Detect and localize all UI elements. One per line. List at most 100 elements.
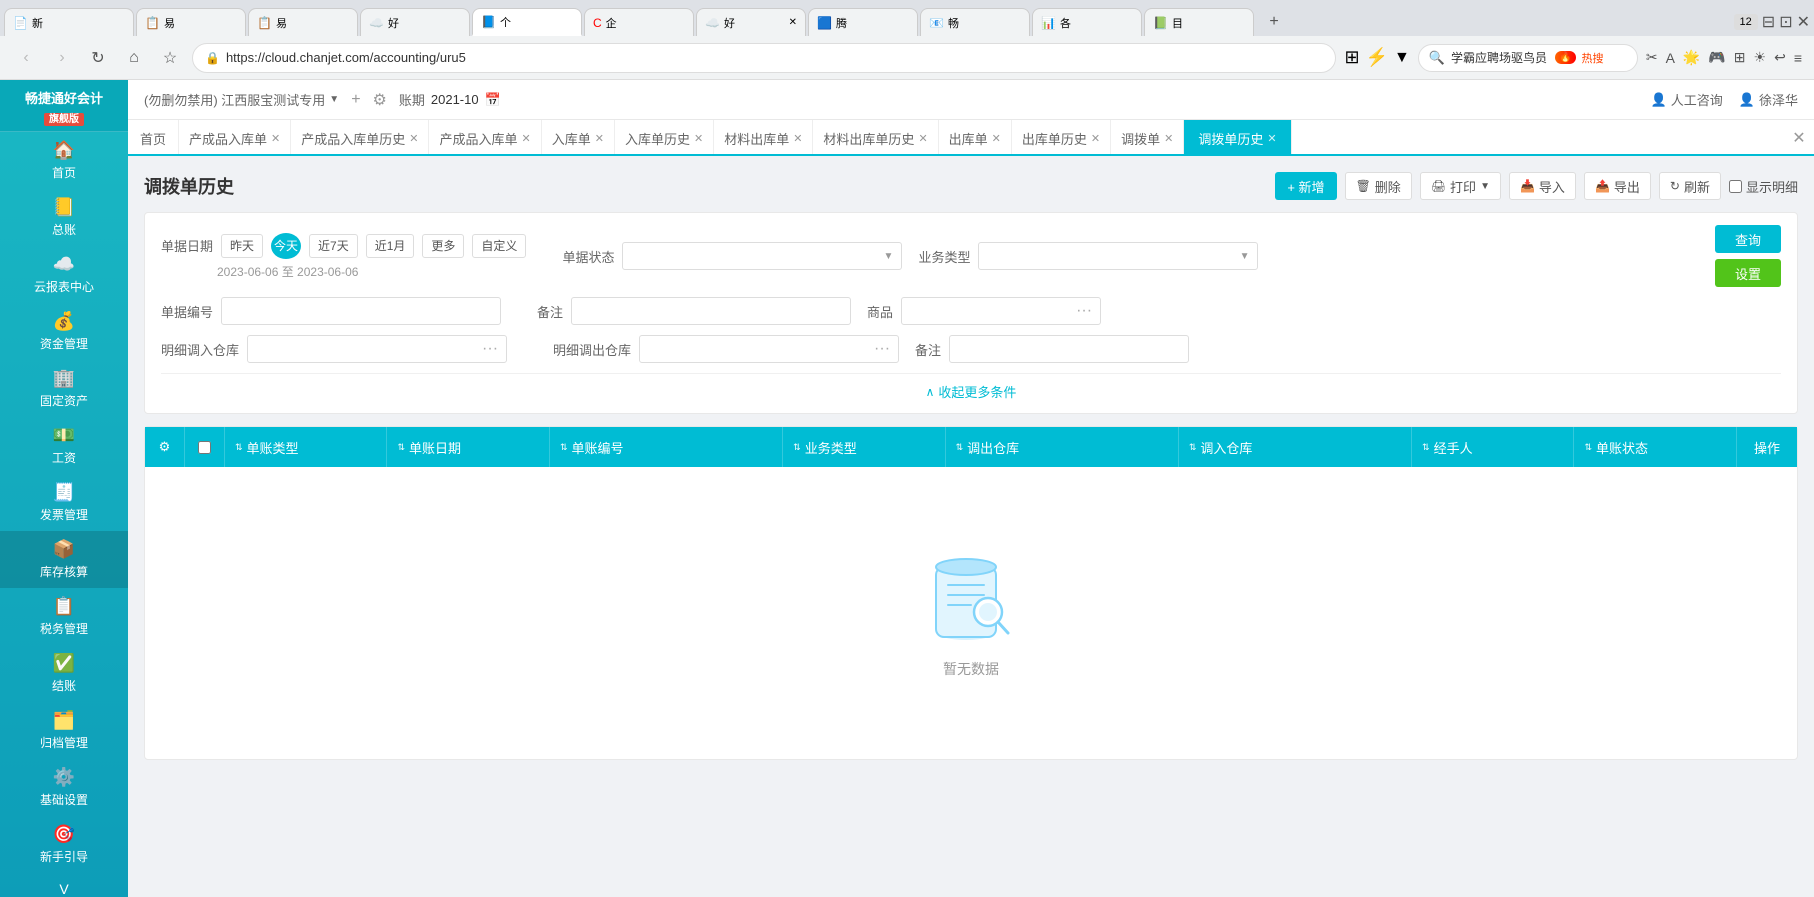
tab-product-inbound-history[interactable]: 产成品入库单历史 ✕ — [291, 120, 429, 156]
sidebar-item-closing[interactable]: ✅ 结账 — [0, 645, 128, 702]
tab-outbound[interactable]: 出库单 ✕ — [939, 120, 1012, 156]
sidebar-item-assets[interactable]: 🏢 固定资产 — [0, 360, 128, 417]
bookmark-button[interactable]: ☆ — [156, 44, 184, 72]
sidebar-item-reports[interactable]: ☁️ 云报表中心 — [0, 246, 128, 303]
date-7days-btn[interactable]: 近7天 — [309, 234, 358, 258]
tab-outbound-history[interactable]: 出库单历史 ✕ — [1012, 120, 1111, 156]
browser-tab[interactable]: 📋易 — [248, 8, 358, 36]
date-yesterday-btn[interactable]: 昨天 — [221, 234, 263, 258]
close-icon[interactable]: ✕ — [1091, 132, 1100, 145]
tab-material-outbound-history[interactable]: 材料出库单历史 ✕ — [813, 120, 938, 156]
new-tab-button[interactable]: + — [1260, 8, 1288, 36]
sidebar-item-ledger[interactable]: 📒 总账 — [0, 189, 128, 246]
date-today-btn[interactable]: 今天 — [271, 233, 301, 259]
refresh-page-button[interactable]: ↻ 刷新 — [1659, 172, 1721, 200]
close-icon[interactable]: ✕ — [1267, 132, 1276, 145]
remark2-input[interactable] — [949, 335, 1189, 363]
person-col-header[interactable]: ⇅ 经手人 — [1412, 427, 1574, 467]
tab-inbound[interactable]: 入库单 ✕ — [542, 120, 615, 156]
close-icon[interactable]: ✕ — [409, 132, 418, 145]
goods-input[interactable]: ··· — [901, 297, 1101, 325]
status-select[interactable]: ▼ — [622, 242, 902, 270]
tab-transfer[interactable]: 调拨单 ✕ — [1111, 120, 1184, 156]
search-bar[interactable]: 🔍 学霸应聘场驱鸟员 🔥 热搜 — [1418, 44, 1638, 72]
company-selector[interactable]: (勿删勿禁用) 江西服宝测试专用 ▼ — [144, 90, 339, 109]
status-col-header[interactable]: ⇅ 单账状态 — [1574, 427, 1736, 467]
add-company-button[interactable]: + — [351, 91, 360, 109]
forward-button[interactable]: › — [48, 44, 76, 72]
tab-product-inbound2[interactable]: 产成品入库单 ✕ — [429, 120, 541, 156]
browser-tab[interactable]: 📘个 — [472, 8, 582, 36]
print-button[interactable]: 🖨 打印 ▼ — [1420, 172, 1501, 200]
sidebar-item-funds[interactable]: 💰 资金管理 — [0, 303, 128, 360]
period-selector[interactable]: 账期 2021-10 📅 — [399, 90, 501, 109]
browser-tab[interactable]: ☁️好 — [360, 8, 470, 36]
sidebar-item-guide[interactable]: 🎯 新手引导 — [0, 816, 128, 873]
tab-close-all[interactable]: ✕ — [1784, 120, 1814, 156]
settings-gear-button[interactable]: ⚙ — [373, 90, 387, 110]
close-icon[interactable]: ✕ — [992, 132, 1001, 145]
service-button[interactable]: 👤 人工咨询 — [1651, 90, 1723, 109]
checkbox-col-header[interactable] — [185, 427, 225, 467]
sidebar-item-invoice[interactable]: 🧾 发票管理 — [0, 474, 128, 531]
biz-type-select[interactable]: ▼ — [978, 242, 1258, 270]
close-icon[interactable]: ✕ — [793, 132, 802, 145]
home-button[interactable]: ⌂ — [120, 44, 148, 72]
close-icon[interactable]: ✕ — [271, 132, 280, 145]
import-button[interactable]: 📥 导入 — [1509, 172, 1576, 200]
select-all-checkbox[interactable] — [198, 441, 211, 454]
browser-tab[interactable]: 📊各 — [1032, 8, 1142, 36]
browser-tab[interactable]: ☁️好 ✕ — [696, 8, 806, 36]
date-more-btn[interactable]: 更多 — [422, 234, 464, 258]
url-bar[interactable]: 🔒 https://cloud.chanjet.com/accounting/u… — [192, 43, 1336, 73]
tab-material-outbound[interactable]: 材料出库单 ✕ — [714, 120, 813, 156]
tab-home[interactable]: 首页 — [128, 120, 179, 156]
docnum-input[interactable] — [221, 297, 501, 325]
refresh-button[interactable]: ↻ — [84, 44, 112, 72]
tab-transfer-history[interactable]: 调拨单历史 ✕ — [1184, 120, 1291, 156]
browser-tab[interactable]: 🟦腾 — [808, 8, 918, 36]
close-icon[interactable]: ✕ — [918, 132, 927, 145]
out-wh-col-header[interactable]: ⇅ 调出仓库 — [946, 427, 1179, 467]
out-warehouse-input[interactable]: ··· — [639, 335, 899, 363]
user-profile[interactable]: 👤 徐泽华 — [1739, 90, 1798, 109]
settings-col-header[interactable]: ⚙ — [145, 427, 185, 467]
delete-button[interactable]: 🗑 删除 — [1345, 172, 1412, 200]
close-icon[interactable]: ✕ — [595, 132, 604, 145]
browser-tab[interactable]: 📗目 — [1144, 8, 1254, 36]
in-wh-col-header[interactable]: ⇅ 调入仓库 — [1179, 427, 1412, 467]
tab-inbound-history[interactable]: 入库单历史 ✕ — [615, 120, 714, 156]
in-warehouse-input[interactable]: ··· — [247, 335, 507, 363]
export-button[interactable]: 📤 导出 — [1584, 172, 1651, 200]
type-col-header[interactable]: ⇅ 单账类型 — [225, 427, 387, 467]
date-custom-btn[interactable]: 自定义 — [472, 234, 526, 258]
close-icon[interactable]: ✕ — [522, 132, 531, 145]
tab-close-icon[interactable]: ✕ — [789, 17, 797, 28]
settings-button[interactable]: 设置 — [1715, 259, 1781, 287]
tab-product-inbound[interactable]: 产成品入库单 ✕ — [179, 120, 291, 156]
sidebar-item-home[interactable]: 🏠 首页 — [0, 132, 128, 189]
browser-tab[interactable]: 📄 新 — [4, 8, 134, 36]
sidebar-item-settings[interactable]: ⚙️ 基础设置 — [0, 759, 128, 816]
browser-tab[interactable]: 📧畅 — [920, 8, 1030, 36]
sidebar-item-archive[interactable]: 🗂️ 归档管理 — [0, 702, 128, 759]
browser-tab[interactable]: C企 — [584, 8, 694, 36]
close-icon[interactable]: ✕ — [694, 132, 703, 145]
sidebar-item-salary[interactable]: 💵 工资 — [0, 417, 128, 474]
sidebar-item-tax[interactable]: 📋 税务管理 — [0, 588, 128, 645]
query-button[interactable]: 查询 — [1715, 225, 1781, 253]
close-icon[interactable]: ✕ — [1164, 132, 1173, 145]
browser-tab[interactable]: 📋易 — [136, 8, 246, 36]
back-button[interactable]: ‹ — [12, 44, 40, 72]
date-col-header[interactable]: ⇅ 单账日期 — [387, 427, 549, 467]
display-detail-checkbox[interactable]: 显示明细 — [1729, 177, 1798, 196]
biz-col-header[interactable]: ⇅ 业务类型 — [783, 427, 945, 467]
collapse-button[interactable]: ∧ 收起更多条件 — [926, 382, 1017, 401]
sidebar-item-vip[interactable]: V 畅会员 — [0, 873, 128, 897]
date-1month-btn[interactable]: 近1月 — [366, 234, 415, 258]
num-col-header[interactable]: ⇅ 单账编号 — [550, 427, 783, 467]
new-button[interactable]: + 新增 — [1275, 172, 1336, 200]
display-detail-input[interactable] — [1729, 180, 1742, 193]
sidebar-item-inventory[interactable]: 📦 库存核算 — [0, 531, 128, 588]
remark-input[interactable] — [571, 297, 851, 325]
